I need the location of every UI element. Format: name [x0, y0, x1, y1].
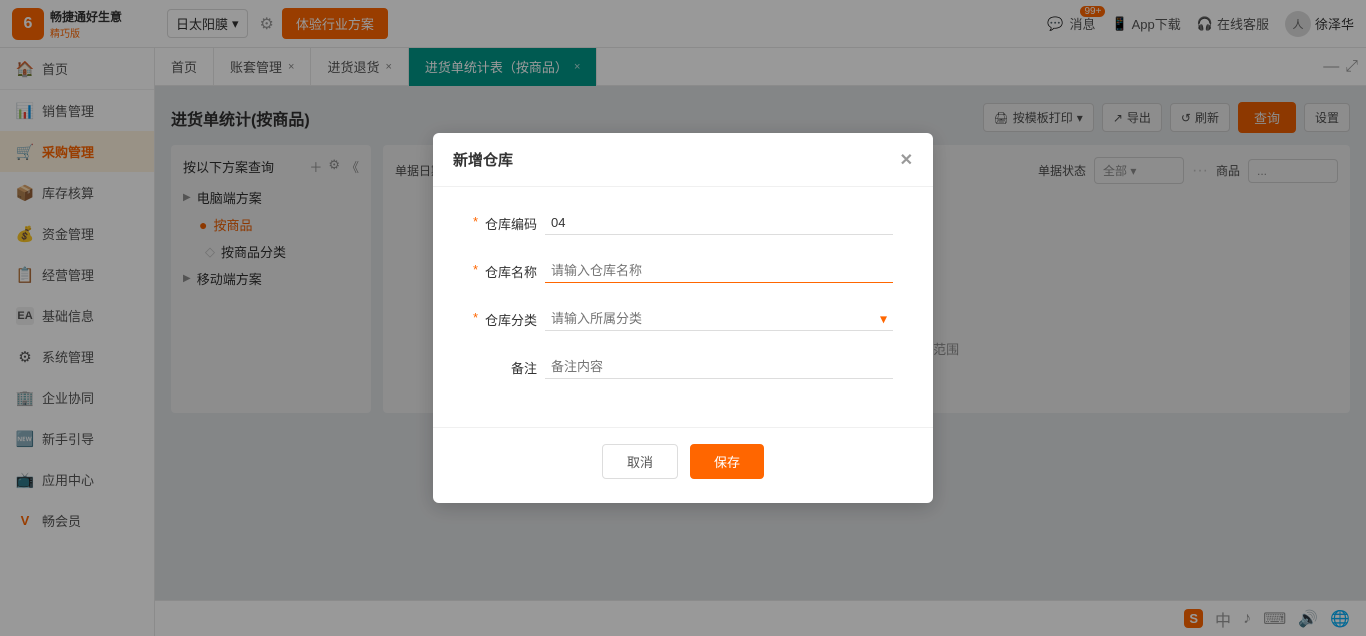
modal-overlay[interactable]: 新增仓库 ✕ 仓库编码 仓库名称 仓库分类 ▾ [0, 0, 1366, 636]
modal-footer: 取消 保存 [433, 427, 933, 503]
new-warehouse-modal: 新增仓库 ✕ 仓库编码 仓库名称 仓库分类 ▾ [433, 133, 933, 503]
field-code: 仓库编码 [473, 211, 893, 235]
remark-label: 备注 [473, 358, 545, 377]
code-label: 仓库编码 [473, 214, 545, 233]
modal-header: 新增仓库 ✕ [433, 133, 933, 187]
cancel-button[interactable]: 取消 [602, 444, 678, 479]
save-button[interactable]: 保存 [690, 444, 764, 479]
field-name: 仓库名称 [473, 259, 893, 283]
code-input[interactable] [545, 211, 893, 235]
field-category: 仓库分类 ▾ [473, 307, 893, 331]
field-remark: 备注 [473, 355, 893, 379]
name-input[interactable] [545, 259, 893, 283]
category-label: 仓库分类 [473, 310, 545, 329]
modal-body: 仓库编码 仓库名称 仓库分类 ▾ 备注 [433, 187, 933, 427]
category-input[interactable] [545, 307, 893, 331]
modal-title: 新增仓库 [453, 149, 513, 170]
name-label: 仓库名称 [473, 262, 545, 281]
category-select-wrap: ▾ [545, 307, 893, 331]
remark-input[interactable] [545, 355, 893, 379]
modal-close-button[interactable]: ✕ [900, 150, 913, 170]
